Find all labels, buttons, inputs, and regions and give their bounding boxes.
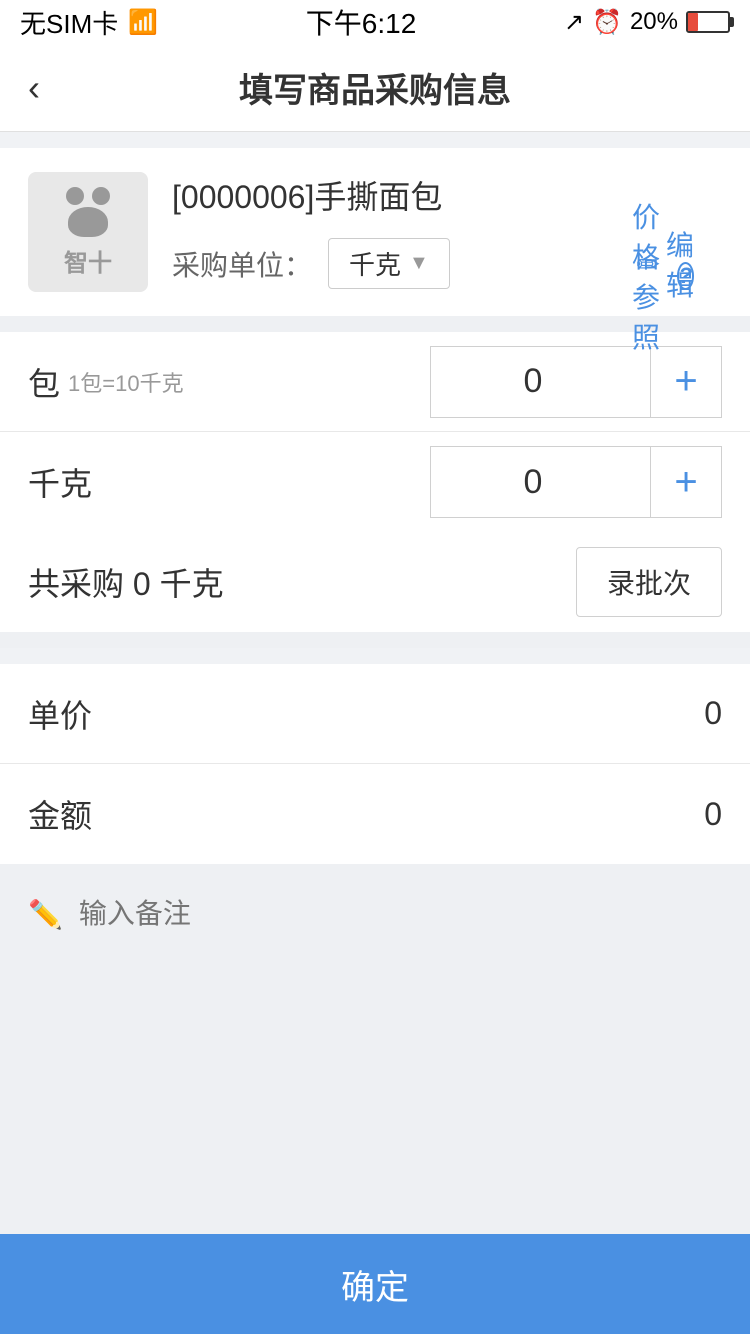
kg-input-row: 千克 + [0, 432, 750, 532]
bag-input-wrap: + [430, 346, 722, 418]
remark-icon: ✏️ [28, 898, 63, 931]
status-right: ↗ ⏰ 20% [564, 8, 730, 37]
battery-fill [688, 13, 698, 31]
product-code: [0000006] [172, 179, 314, 215]
confirm-bar[interactable]: 确定 [0, 1234, 750, 1334]
carrier-label: 无SIM卡 [20, 4, 118, 41]
price-ref-button[interactable]: 价格参照 ? [632, 196, 694, 356]
confirm-label: 确定 [341, 1260, 409, 1309]
bag-quantity-input[interactable] [430, 346, 650, 418]
divider-2 [0, 632, 750, 648]
summary-text: 共采购 0 千克 [28, 559, 224, 605]
wifi-icon: 📶 [128, 8, 158, 37]
back-button[interactable]: ‹ [28, 67, 40, 109]
remark-input[interactable] [79, 898, 722, 930]
amount-value: 0 [704, 796, 722, 833]
product-logo: 智十 [64, 187, 112, 278]
bag-sub: 1包=10千克 [68, 366, 184, 398]
summary-unit: 千克 [160, 566, 224, 602]
page-title: 填写商品采购信息 [239, 63, 511, 112]
amount-row: 金额 0 [0, 764, 750, 864]
battery-icon [686, 11, 730, 33]
price-ref-icon: ? [677, 262, 694, 290]
unit-arrow-icon: ▼ [409, 252, 429, 275]
owl-eye-left [66, 187, 84, 205]
kg-quantity-input[interactable] [430, 446, 650, 518]
product-card: 智十 [0000006]手撕面包 采购单位： 千克 ▼ ✏ 编辑 价格参照 ? [0, 148, 750, 316]
product-title: 手撕面包 [314, 179, 442, 215]
battery-percent: 20% [630, 8, 678, 36]
status-bar: 无SIM卡 📶 下午6:12 ↗ ⏰ 20% [0, 0, 750, 44]
summary-prefix: 共采购 [28, 566, 124, 602]
owl-eye-right [92, 187, 110, 205]
price-row: 单价 0 [0, 664, 750, 764]
amount-label: 金额 [28, 791, 92, 837]
product-image: 智十 [28, 172, 148, 292]
status-time: 下午6:12 [306, 2, 417, 42]
nav-bar: ‹ 填写商品采购信息 [0, 44, 750, 132]
alarm-icon: ⏰ [592, 8, 622, 37]
price-ref-label: 价格参照 [632, 196, 671, 356]
batch-button[interactable]: 录批次 [576, 547, 722, 617]
unit-value: 千克 [349, 245, 401, 282]
kg-label: 千克 [28, 459, 92, 505]
kg-plus-button[interactable]: + [650, 446, 722, 518]
kg-input-wrap: + [430, 446, 722, 518]
remark-section: ✏️ [0, 864, 750, 964]
bag-plus-button[interactable]: + [650, 346, 722, 418]
owl-label: 智十 [64, 243, 112, 278]
price-label: 单价 [28, 691, 92, 737]
status-left: 无SIM卡 📶 [20, 4, 158, 41]
owl-eyes [66, 187, 110, 205]
owl-body [68, 207, 108, 237]
bag-label: 包 [28, 359, 60, 405]
input-section: 包 1包=10千克 + 千克 + [0, 332, 750, 532]
summary-section: 共采购 0 千克 录批次 [0, 532, 750, 632]
price-section: 单价 0 金额 0 [0, 664, 750, 864]
unit-selector[interactable]: 千克 ▼ [328, 238, 450, 289]
location-icon: ↗ [564, 8, 584, 37]
unit-label: 采购单位： [172, 244, 312, 284]
summary-amount: 0 [133, 566, 151, 602]
price-value: 0 [704, 695, 722, 732]
